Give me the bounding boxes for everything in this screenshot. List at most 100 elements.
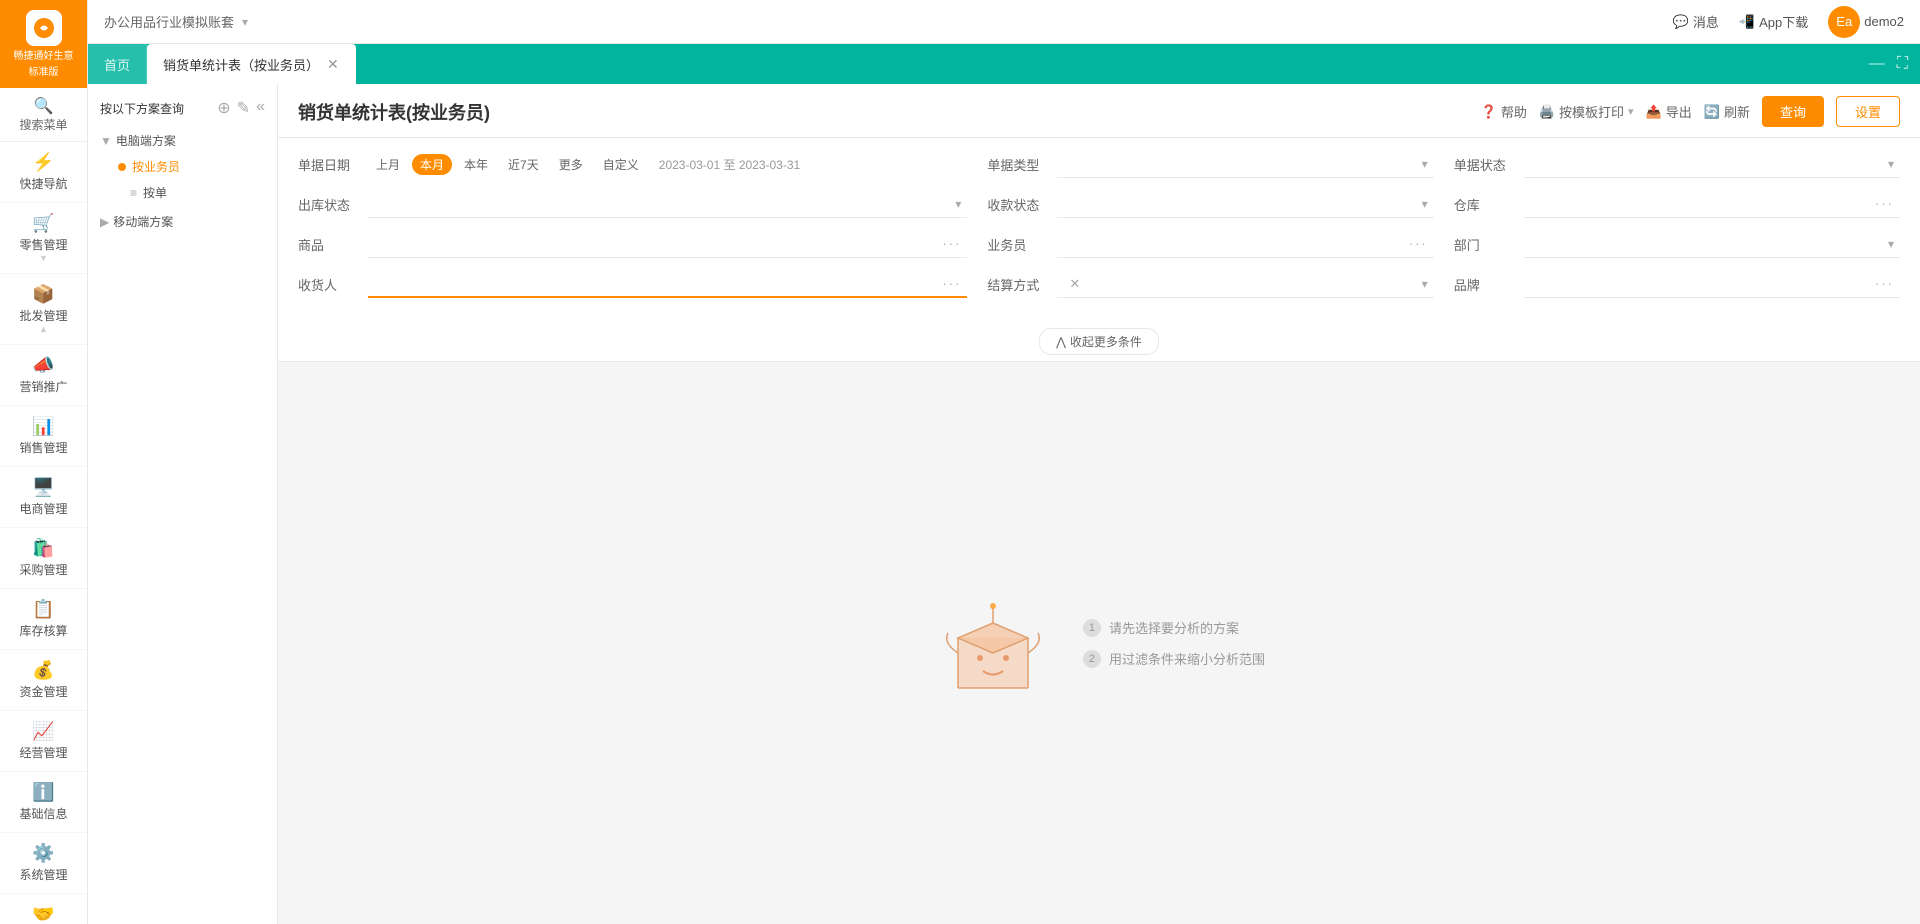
app-download-action[interactable]: 📲 App下载 (1739, 12, 1808, 31)
collect-status-field[interactable]: ▾ (1057, 190, 1433, 218)
operation-icon: 📈 (32, 721, 54, 742)
warehouse-label: 仓库 (1454, 195, 1524, 214)
retail-arrow: ▼ (39, 253, 48, 263)
warehouse-field[interactable]: ··· (1524, 190, 1900, 218)
collapse-panel-icon[interactable]: « (256, 98, 265, 118)
sidebar-item-wholesale[interactable]: 📦 批发管理 ▲ (0, 274, 87, 345)
template-print-button[interactable]: 🖨️ 按模板打印 ▾ (1539, 102, 1634, 121)
payment-field[interactable]: ✕ ▾ (1057, 270, 1433, 298)
date-prev-month[interactable]: 上月 (368, 154, 408, 175)
collect-status-label: 收款状态 (987, 195, 1057, 214)
receiver-label: 收货人 (298, 275, 368, 294)
salesman-label: 业务员 (987, 235, 1057, 254)
hint-text-1: 请先选择要分析的方案 (1109, 618, 1239, 637)
refresh-label: 刷新 (1724, 102, 1750, 121)
sidebar-item-marketing[interactable]: 📣 营销推广 (0, 345, 87, 406)
tab-bar-end: — ⛶ (1869, 55, 1920, 73)
mobile-arrow-icon: ▶ (100, 215, 109, 229)
sidebar: 畅捷通好生意 标准版 🔍 搜索菜单 ⚡ 快捷导航 🛒 零售管理 ▼ 📦 批发管理… (0, 0, 88, 924)
out-status-field[interactable]: ▾ (368, 190, 967, 218)
filter-row-2: 出库状态 ▾ 收款状态 ▾ 仓库 (298, 190, 1900, 218)
message-icon: 💬 (1673, 14, 1689, 30)
mobile-scheme-label: 移动端方案 (113, 213, 173, 230)
sidebar-item-system[interactable]: ⚙️ 系统管理 (0, 833, 87, 894)
sidebar-logo[interactable]: 畅捷通好生意 标准版 (0, 0, 87, 88)
mobile-scheme-group[interactable]: ▶ 移动端方案 (88, 209, 277, 234)
inventory-label: 库存核算 (19, 622, 67, 639)
user-action[interactable]: Ea demo2 (1828, 6, 1904, 38)
date-7days[interactable]: 近7天 (500, 154, 547, 175)
empty-state: 1 请先选择要分析的方案 2 用过滤条件来缩小分析范围 (278, 362, 1920, 924)
sidebar-item-inventory[interactable]: 📋 库存核算 (0, 589, 87, 650)
out-status-label: 出库状态 (298, 195, 368, 214)
sidebar-item-finance[interactable]: 💰 资金管理 (0, 650, 87, 711)
scheme-order-label: 按单 (143, 184, 167, 201)
date-more[interactable]: 更多 (551, 154, 591, 175)
tab-home-label: 首页 (104, 55, 130, 74)
system-icon: ⚙️ (32, 843, 54, 864)
dept-field[interactable]: ▾ (1524, 230, 1900, 258)
export-button[interactable]: 📤 导出 (1646, 102, 1692, 121)
sidebar-item-shortcut[interactable]: ⚡ 快捷导航 (0, 142, 87, 203)
tab-maximize-icon[interactable]: ⛶ (1897, 55, 1908, 73)
hint-num-2: 2 (1083, 650, 1101, 668)
sidebar-item-purchase[interactable]: 🛍️ 采购管理 (0, 528, 87, 589)
date-custom[interactable]: 自定义 (595, 154, 647, 175)
finance-label: 资金管理 (19, 683, 67, 700)
doc-status-field[interactable]: ▾ (1524, 150, 1900, 178)
salesman-field[interactable]: ··· (1057, 230, 1433, 258)
refresh-button[interactable]: 🔄 刷新 (1704, 102, 1750, 121)
add-scheme-icon[interactable]: ⊕ (217, 98, 230, 118)
payment-clear-icon[interactable]: ✕ (1069, 276, 1080, 292)
goods-field[interactable]: ··· (368, 230, 967, 258)
help-button[interactable]: ❓ 帮助 (1481, 102, 1527, 121)
date-cur-month[interactable]: 本月 (412, 154, 452, 175)
left-panel-title: 按以下方案查询 (100, 100, 184, 117)
query-button[interactable]: 查询 (1762, 96, 1824, 127)
tab-home[interactable]: 首页 (88, 44, 147, 84)
doc-type-field[interactable]: ▾ (1057, 150, 1433, 178)
out-status-chevron-icon: ▾ (955, 197, 961, 211)
search-menu-item[interactable]: 🔍 搜索菜单 (0, 88, 87, 142)
sidebar-item-sales[interactable]: 📊 销售管理 (0, 406, 87, 467)
scheme-item-salesman[interactable]: 按业务员 (88, 153, 277, 180)
sidebar-item-basic[interactable]: ℹ️ 基础信息 (0, 772, 87, 833)
left-panel: 按以下方案查询 ⊕ ✎ « ▼ 电脑端方案 按业务员 ≡ 按单 (88, 84, 278, 924)
username-label: demo2 (1864, 14, 1904, 29)
sidebar-item-operation[interactable]: 📈 经营管理 (0, 711, 87, 772)
tab-minimize-icon[interactable]: — (1869, 55, 1885, 73)
tab-sales-stat[interactable]: 销货单统计表（按业务员） ✕ (147, 44, 356, 84)
sidebar-item-ecom[interactable]: 🖥️ 电商管理 (0, 467, 87, 528)
brand-dots-icon: ··· (1875, 276, 1894, 291)
right-main: 销货单统计表(按业务员) ❓ 帮助 🖨️ 按模板打印 ▾ 📤 (278, 84, 1920, 924)
scheme-item-order[interactable]: ≡ 按单 (88, 180, 277, 205)
corp-icon: 🤝 (32, 904, 54, 924)
print-icon: 🖨️ (1539, 104, 1555, 120)
page-title-row: 销货单统计表(按业务员) ❓ 帮助 🖨️ 按模板打印 ▾ 📤 (298, 96, 1900, 137)
wholesale-label: 批发管理 (19, 307, 67, 324)
receiver-field[interactable]: ··· (368, 270, 967, 298)
collapse-label: 收起更多条件 (1070, 333, 1142, 350)
collapse-button[interactable]: ⋀ 收起更多条件 (1039, 328, 1159, 355)
brand-field[interactable]: ··· (1524, 270, 1900, 298)
collapse-up-icon: ⋀ (1056, 335, 1066, 349)
doc-status-label: 单据状态 (1454, 155, 1524, 174)
help-label: 帮助 (1501, 102, 1527, 121)
basic-icon: ℹ️ (32, 782, 54, 803)
collapse-row: ⋀ 收起更多条件 (278, 322, 1920, 362)
edit-scheme-icon[interactable]: ✎ (237, 98, 250, 118)
left-panel-header: 按以下方案查询 ⊕ ✎ « (88, 92, 277, 124)
app-download-label: App下载 (1759, 12, 1808, 31)
message-label: 消息 (1693, 12, 1719, 31)
export-label: 导出 (1666, 102, 1692, 121)
message-action[interactable]: 💬 消息 (1673, 12, 1719, 31)
sidebar-item-retail[interactable]: 🛒 零售管理 ▼ (0, 203, 87, 274)
pc-scheme-header[interactable]: ▼ 电脑端方案 (88, 128, 277, 153)
wholesale-icon: 📦 (32, 284, 54, 305)
sidebar-item-corp[interactable]: 🤝 企业协同 (0, 894, 87, 924)
retail-icon: 🛒 (32, 213, 54, 234)
tab-close-icon[interactable]: ✕ (327, 56, 339, 73)
settings-button[interactable]: 设置 (1836, 96, 1900, 127)
payment-chevron-icon: ▾ (1422, 277, 1428, 291)
date-cur-year[interactable]: 本年 (456, 154, 496, 175)
